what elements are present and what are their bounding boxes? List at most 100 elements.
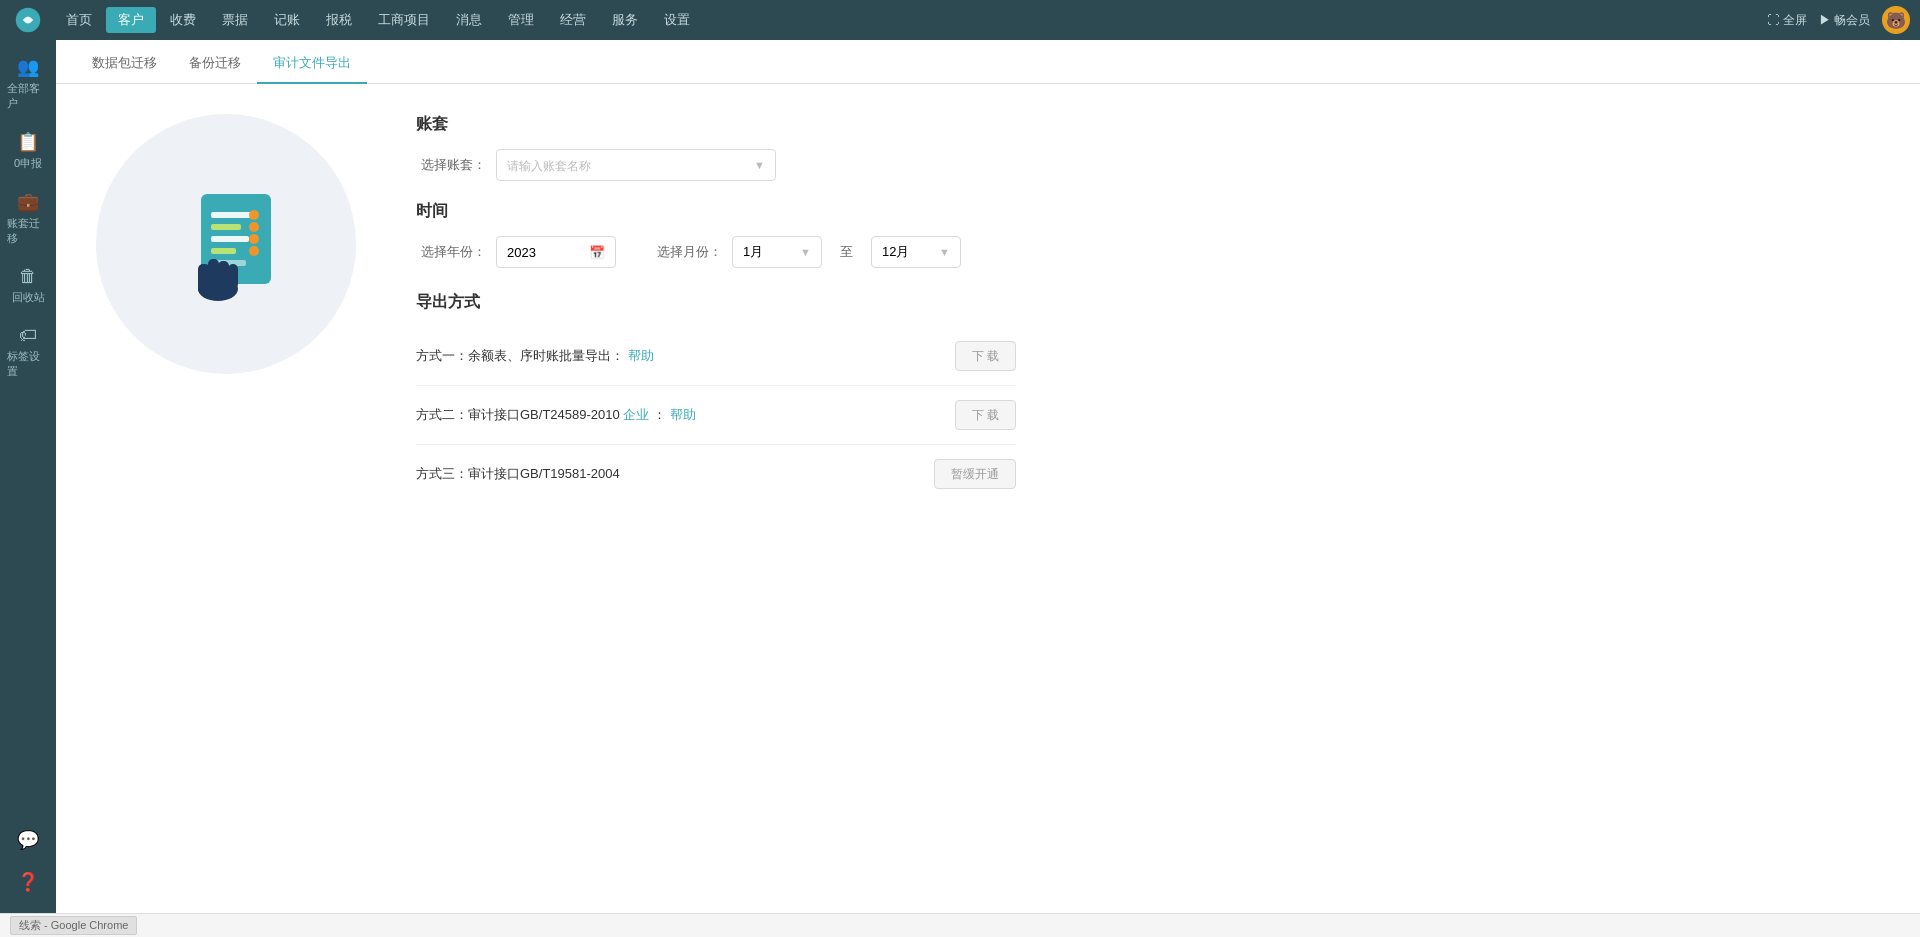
vip-btn[interactable]: ▶ 畅会员 [1819,12,1870,29]
account-select-label: 选择账套： [416,156,486,174]
month-end-value: 12月 [882,243,909,261]
month-end-select[interactable]: 12月 ▼ [871,236,961,268]
year-value: 2023 [507,245,536,260]
recycle-icon: 🗑 [19,266,37,287]
sidebar-item-recycle[interactable]: 🗑 回收站 [3,258,53,313]
svg-rect-5 [211,248,236,254]
nav-items: 首页 客户 收费 票据 记账 报税 工商项目 消息 管理 经营 服务 设置 [54,7,1767,33]
svg-rect-13 [208,259,219,289]
time-row: 选择年份： 2023 📅 选择月份： 1月 ▼ 至 [416,236,1016,268]
nav-invoice[interactable]: 票据 [210,7,260,33]
svg-point-9 [249,234,259,244]
customers-icon: 👥 [17,56,39,78]
export-method-2-prefix: 方式二：审计接口GB/T24589-2010 [416,407,620,422]
migration-icon: 💼 [17,191,39,213]
nav-customer[interactable]: 客户 [106,7,156,33]
form-area: 账套 选择账套： ▼ 时间 选择年份： [416,114,1016,503]
main-container: 账套 选择账套： ▼ 时间 选择年份： [96,114,1880,503]
tab-audit-export[interactable]: 审计文件导出 [257,44,367,84]
export-download-btn-1[interactable]: 下 载 [955,341,1016,371]
tags-icon: 🏷 [19,325,37,346]
page-content: 账套 选择账套： ▼ 时间 选择年份： [56,84,1920,913]
sidebar-label-declare: 0申报 [14,156,42,171]
account-section-title: 账套 [416,114,1016,135]
sidebar: 👥 全部客户 📋 0申报 💼 账套迁移 🗑 回收站 🏷 标签设置 💬 ❓ [0,40,56,913]
nav-message[interactable]: 消息 [444,7,494,33]
svg-point-7 [249,210,259,220]
app-logo[interactable] [10,2,46,38]
svg-rect-15 [228,264,238,289]
status-bar-text: 线索 - Google Chrome [10,916,137,935]
declare-icon: 📋 [17,131,39,153]
sidebar-item-migration[interactable]: 💼 账套迁移 [3,183,53,254]
tab-bar: 数据包迁移 备份迁移 审计文件导出 [56,40,1920,84]
content-area: 数据包迁移 备份迁移 审计文件导出 [56,40,1920,913]
year-input[interactable]: 2023 📅 [496,236,616,268]
nav-tax[interactable]: 报税 [314,7,364,33]
sidebar-item-zero-declare[interactable]: 📋 0申报 [3,123,53,179]
export-method-1-help[interactable]: 帮助 [628,348,654,363]
nav-fee[interactable]: 收费 [158,7,208,33]
nav-manage[interactable]: 管理 [496,7,546,33]
export-desc-1: 方式一：余额表、序时账批量导出： 帮助 [416,347,654,365]
status-bar: 线索 - Google Chrome [0,913,1920,937]
export-section: 导出方式 方式一：余额表、序时账批量导出： 帮助 下 载 方式二：审计接口GB/… [416,292,1016,503]
sidebar-label-recycle: 回收站 [12,290,45,305]
time-section: 时间 选择年份： 2023 📅 选择月份： 1月 ▼ [416,201,1016,268]
fullscreen-btn[interactable]: ⛶ 全屏 [1767,12,1806,29]
export-method-1-desc: 方式一：余额表、序时账批量导出： [416,348,624,363]
nav-business[interactable]: 工商项目 [366,7,442,33]
export-download-btn-2[interactable]: 下 载 [955,400,1016,430]
main-layout: 👥 全部客户 📋 0申报 💼 账套迁移 🗑 回收站 🏷 标签设置 💬 ❓ [0,40,1920,913]
export-method-2-help[interactable]: 帮助 [670,407,696,422]
nav-service[interactable]: 服务 [600,7,650,33]
illustration-circle [96,114,356,374]
export-row-1: 方式一：余额表、序时账批量导出： 帮助 下 载 [416,327,1016,386]
export-special-btn[interactable]: 暂缓开通 [934,459,1016,489]
top-navigation: 首页 客户 收费 票据 记账 报税 工商项目 消息 管理 经营 服务 设置 ⛶ … [0,0,1920,40]
tab-backup-migration[interactable]: 备份迁移 [173,44,257,84]
account-input[interactable] [507,158,754,173]
to-text: 至 [840,243,853,261]
nav-bookkeeping[interactable]: 记账 [262,7,312,33]
sidebar-item-tags[interactable]: 🏷 标签设置 [3,317,53,387]
svg-rect-2 [211,212,251,218]
year-label: 选择年份： [416,243,486,261]
tab-data-migration[interactable]: 数据包迁移 [76,44,173,84]
export-method-2-sep: ： [653,407,666,422]
illustration-area [96,114,356,374]
sidebar-item-all-customers[interactable]: 👥 全部客户 [3,48,53,119]
help-icon: ❓ [17,871,39,893]
sidebar-label-customers: 全部客户 [7,81,49,111]
time-section-title: 时间 [416,201,1016,222]
account-select[interactable]: ▼ [496,149,776,181]
month-start-value: 1月 [743,243,763,261]
export-desc-2: 方式二：审计接口GB/T24589-2010 企业 ： 帮助 [416,406,696,424]
chat-icon: 💬 [17,829,39,851]
sidebar-item-help[interactable]: ❓ [3,863,53,901]
nav-settings[interactable]: 设置 [652,7,702,33]
export-row-3: 方式三：审计接口GB/T19581-2004 暂缓开通 [416,445,1016,503]
calendar-icon: 📅 [589,245,605,260]
sidebar-item-chat[interactable]: 💬 [3,821,53,859]
export-method-3-desc: 方式三：审计接口GB/T19581-2004 [416,466,620,481]
audit-illustration [146,164,306,324]
month-end-arrow: ▼ [939,246,950,258]
user-avatar[interactable]: 🐻 [1882,6,1910,34]
export-desc-3: 方式三：审计接口GB/T19581-2004 [416,465,620,483]
month-start-arrow: ▼ [800,246,811,258]
nav-right: ⛶ 全屏 ▶ 畅会员 🐻 [1767,6,1910,34]
export-row-2: 方式二：审计接口GB/T24589-2010 企业 ： 帮助 下 载 [416,386,1016,445]
month-start-select[interactable]: 1月 ▼ [732,236,822,268]
svg-point-8 [249,222,259,232]
account-select-arrow: ▼ [754,159,765,171]
month-start-label: 选择月份： [642,243,722,261]
svg-rect-4 [211,236,249,242]
sidebar-bottom: 💬 ❓ [3,821,53,913]
sidebar-label-migration: 账套迁移 [7,216,49,246]
nav-operation[interactable]: 经营 [548,7,598,33]
nav-home[interactable]: 首页 [54,7,104,33]
export-method-2-company[interactable]: 企业 [623,407,649,422]
export-section-title: 导出方式 [416,292,1016,313]
svg-rect-3 [211,224,241,230]
